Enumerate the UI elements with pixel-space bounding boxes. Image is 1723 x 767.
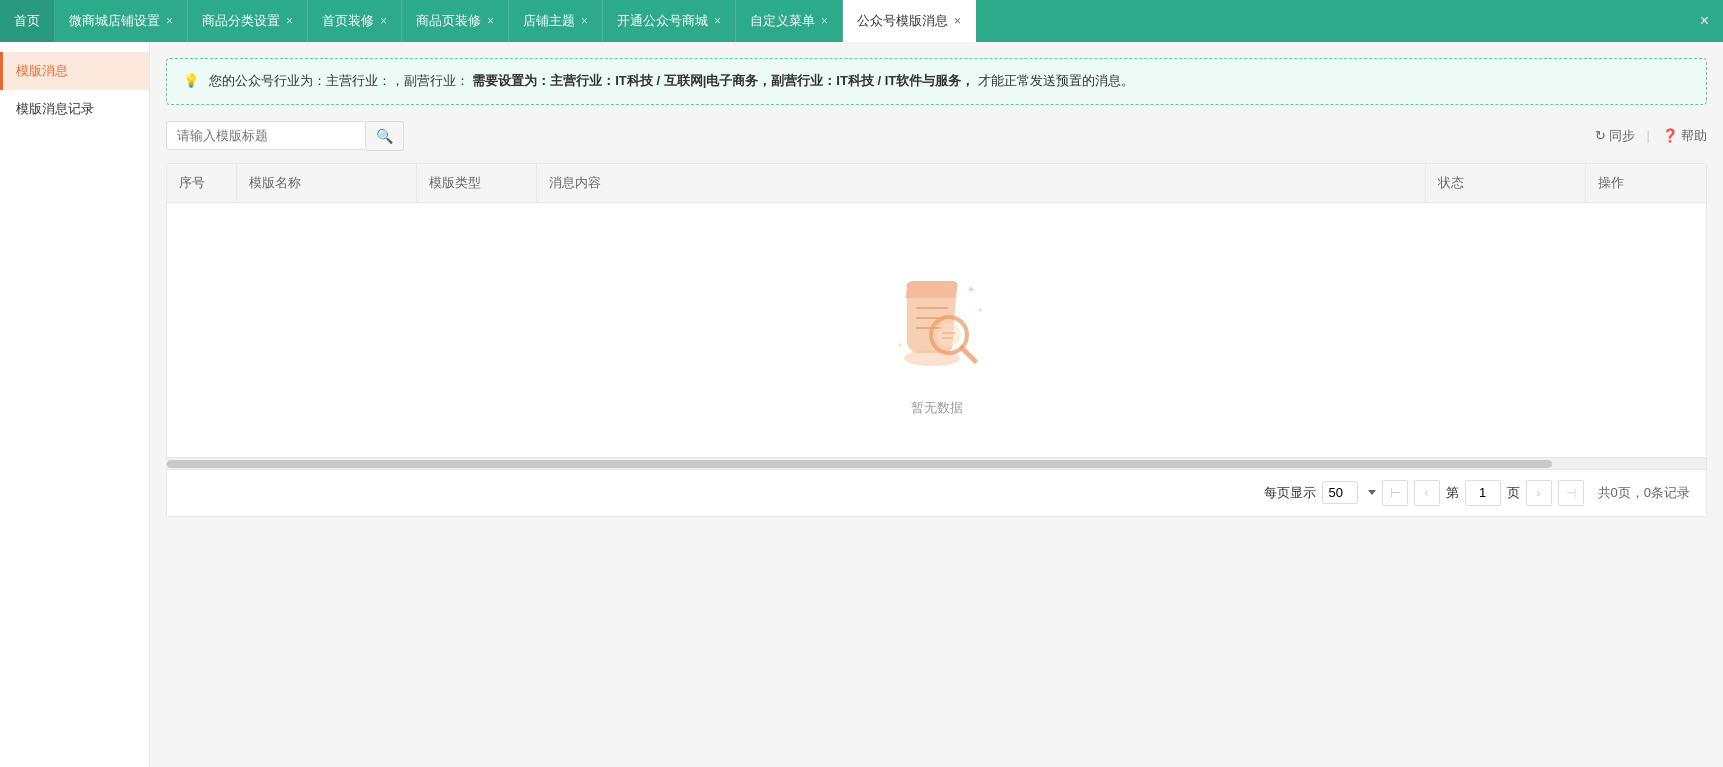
horizontal-scrollbar[interactable] [167, 457, 1706, 469]
page-unit-label: 页 [1507, 484, 1520, 502]
empty-state: ✦ ✦ ✦ 暂无数据 [167, 203, 1706, 457]
close-all-button[interactable]: × [1686, 0, 1723, 42]
nav-tab-home-decoration-label: 首页装修 [322, 12, 374, 30]
page-last-button[interactable]: ⊣ [1558, 480, 1584, 506]
empty-text: 暂无数据 [911, 399, 963, 417]
table-container: 序号 模版名称 模版类型 消息内容 状态 操作 [166, 163, 1707, 517]
col-index: 序号 [167, 164, 237, 202]
svg-text:✦: ✦ [967, 284, 975, 295]
nav-tab-home-decoration[interactable]: 首页装修 × [308, 0, 402, 42]
sidebar-item-template-message[interactable]: 模版消息 [0, 52, 149, 90]
sync-label: 同步 [1609, 127, 1635, 145]
svg-point-5 [937, 323, 961, 347]
close-custom-menu[interactable]: × [821, 14, 828, 28]
page-size-select[interactable]: 50 20 100 [1322, 481, 1358, 504]
nav-tab-shop-settings[interactable]: 微商城店铺设置 × [55, 0, 188, 42]
close-category-settings[interactable]: × [286, 14, 293, 28]
page-di-label: 第 [1446, 484, 1459, 502]
nav-tab-custom-menu[interactable]: 自定义菜单 × [736, 0, 843, 42]
page-number-input[interactable] [1465, 480, 1501, 506]
col-content: 消息内容 [537, 164, 1426, 202]
page-size-label: 每页显示 [1264, 484, 1316, 502]
notice-text-highlight: 需要设置为：主营行业：IT科技 / 互联网|电子商务，副营行业：IT科技 / I… [472, 73, 974, 88]
close-product-decoration[interactable]: × [487, 14, 494, 28]
nav-tab-shop-settings-label: 微商城店铺设置 [69, 12, 160, 30]
close-open-mall[interactable]: × [714, 14, 721, 28]
nav-tab-product-decoration-label: 商品页装修 [416, 12, 481, 30]
col-name: 模版名称 [237, 164, 417, 202]
sync-icon: ↻ [1595, 128, 1606, 143]
close-template-message[interactable]: × [954, 14, 961, 28]
top-nav: 首页 微商城店铺设置 × 商品分类设置 × 首页装修 × 商品页装修 × 店铺主… [0, 0, 1723, 42]
nav-tab-home[interactable]: 首页 [0, 0, 55, 42]
page-next-button[interactable]: › [1526, 480, 1552, 506]
col-action: 操作 [1586, 164, 1706, 202]
notice-text-suffix: 才能正常发送预置的消息。 [978, 73, 1134, 88]
page-total-label: 共0页，0条记录 [1598, 484, 1690, 502]
main-content: 💡 您的公众号行业为：主营行业：，副营行业： 需要设置为：主营行业：IT科技 /… [150, 42, 1723, 767]
nav-tab-template-message[interactable]: 公众号模版消息 × [843, 0, 976, 42]
search-left: 🔍 [166, 121, 404, 151]
sidebar: 模版消息 模版消息记录 [0, 42, 150, 767]
search-input[interactable] [166, 121, 366, 150]
page-prev-button[interactable]: ‹ [1414, 480, 1440, 506]
sidebar-item-template-message-log[interactable]: 模版消息记录 [0, 90, 149, 128]
empty-icon: ✦ ✦ ✦ [877, 263, 997, 383]
sync-button[interactable]: ↻ 同步 [1595, 127, 1635, 145]
svg-text:✦: ✦ [977, 306, 984, 315]
nav-tab-shop-theme-label: 店铺主题 [523, 12, 575, 30]
table-header: 序号 模版名称 模版类型 消息内容 状态 操作 [167, 164, 1706, 203]
search-button[interactable]: 🔍 [366, 121, 404, 151]
notice-text-prefix: 您的公众号行业为：主营行业：，副营行业： [209, 73, 469, 88]
close-home-decoration[interactable]: × [380, 14, 387, 28]
close-shop-theme[interactable]: × [581, 14, 588, 28]
col-status: 状态 [1426, 164, 1586, 202]
svg-text:✦: ✦ [897, 341, 904, 350]
sidebar-item-template-message-log-label: 模版消息记录 [16, 101, 94, 116]
nav-tab-home-label: 首页 [14, 12, 40, 30]
nav-tab-shop-theme[interactable]: 店铺主题 × [509, 0, 603, 42]
nav-tab-open-mall[interactable]: 开通公众号商城 × [603, 0, 736, 42]
nav-tab-product-decoration[interactable]: 商品页装修 × [402, 0, 509, 42]
scrollbar-thumb[interactable] [167, 460, 1552, 468]
col-type: 模版类型 [417, 164, 537, 202]
nav-tab-custom-menu-label: 自定义菜单 [750, 12, 815, 30]
search-right: ↻ 同步 | ❓ 帮助 [1595, 127, 1707, 145]
divider: | [1647, 128, 1650, 143]
help-button[interactable]: ❓ 帮助 [1662, 127, 1707, 145]
svg-line-6 [962, 348, 975, 361]
page-first-button[interactable]: ⊢ [1382, 480, 1408, 506]
close-shop-settings[interactable]: × [166, 14, 173, 28]
nav-tab-category-settings[interactable]: 商品分类设置 × [188, 0, 308, 42]
notice-icon: 💡 [183, 73, 199, 88]
sidebar-item-template-message-label: 模版消息 [16, 63, 68, 78]
nav-tab-open-mall-label: 开通公众号商城 [617, 12, 708, 30]
help-label: 帮助 [1681, 127, 1707, 145]
help-icon: ❓ [1662, 128, 1678, 143]
page-size-chevron [1368, 490, 1376, 495]
nav-tab-category-label: 商品分类设置 [202, 12, 280, 30]
search-icon: 🔍 [376, 128, 393, 144]
nav-tab-template-message-label: 公众号模版消息 [857, 12, 948, 30]
main-layout: 模版消息 模版消息记录 💡 您的公众号行业为：主营行业：，副营行业： 需要设置为… [0, 42, 1723, 767]
notice-box: 💡 您的公众号行业为：主营行业：，副营行业： 需要设置为：主营行业：IT科技 /… [166, 58, 1707, 105]
search-bar: 🔍 ↻ 同步 | ❓ 帮助 [166, 121, 1707, 151]
pagination: 每页显示 50 20 100 ⊢ ‹ 第 页 › ⊣ 共0页，0条记录 [167, 469, 1706, 516]
